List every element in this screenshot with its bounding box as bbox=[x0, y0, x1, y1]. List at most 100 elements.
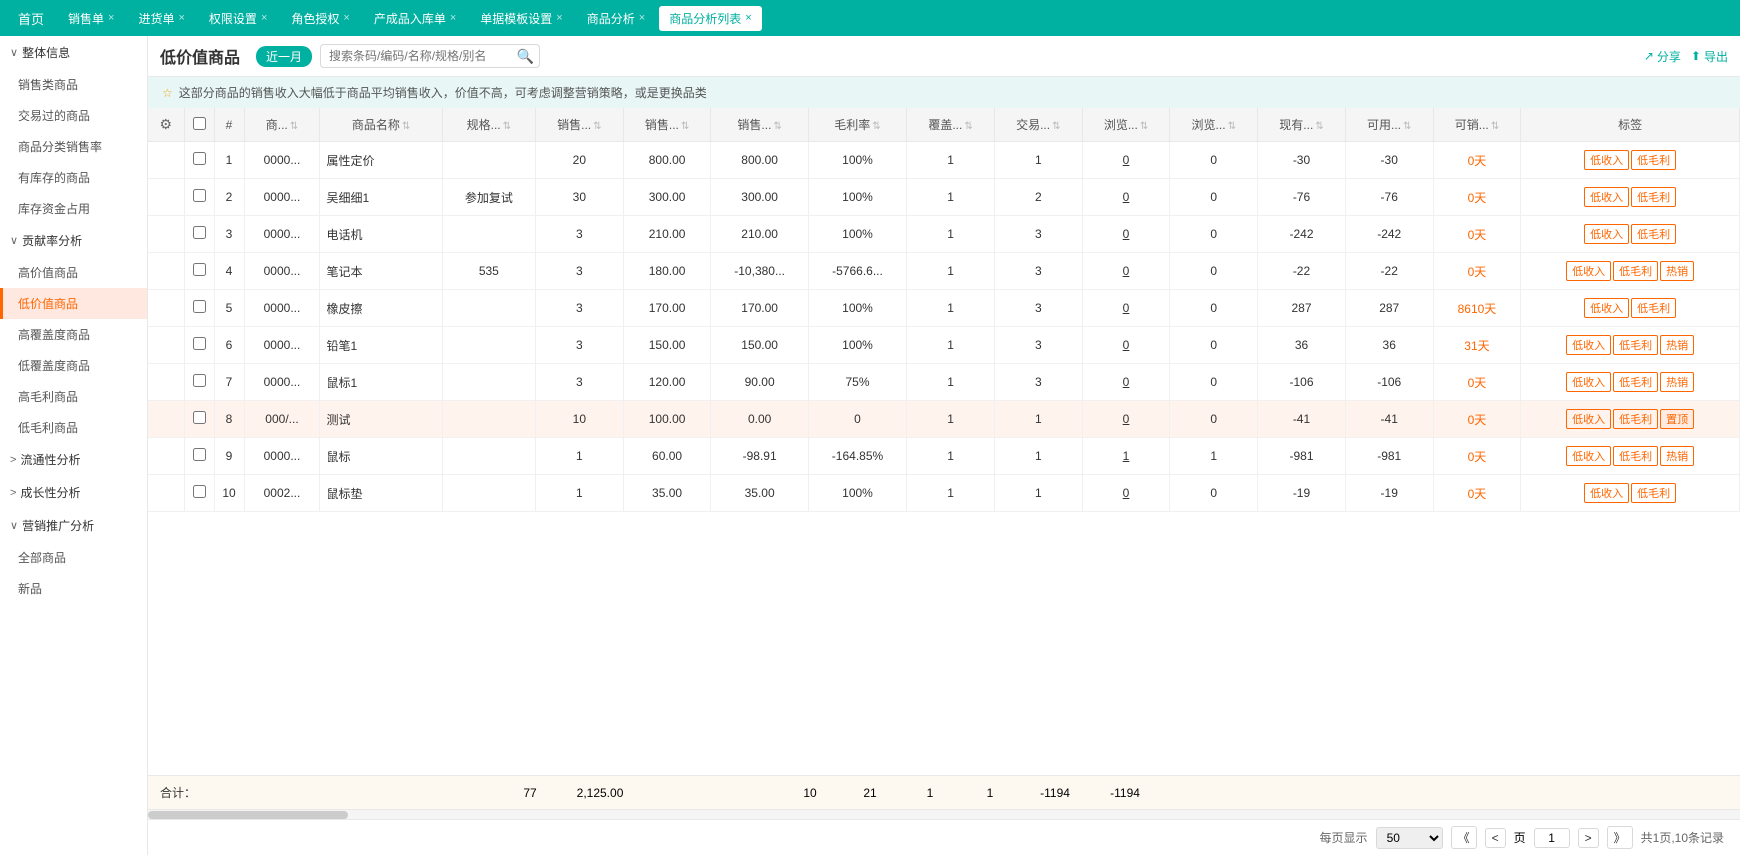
cell-code: 0000... bbox=[244, 364, 320, 401]
sidebar-item-zijin[interactable]: 库存资金占用 bbox=[0, 193, 147, 224]
browse-link[interactable]: 0 bbox=[1123, 153, 1130, 167]
nav-tab-close[interactable]: × bbox=[343, 12, 349, 24]
sidebar-item-jiaoyiguo[interactable]: 交易过的商品 bbox=[0, 100, 147, 131]
nav-tab-6[interactable]: 商品分析 × bbox=[577, 6, 655, 31]
scrollbar-row[interactable] bbox=[148, 809, 1740, 819]
sidebar-item-gaojia[interactable]: 高价值商品 bbox=[0, 257, 147, 288]
sidebar-item-difugai[interactable]: 低覆盖度商品 bbox=[0, 350, 147, 381]
browse-link[interactable]: 0 bbox=[1123, 227, 1130, 241]
row-checkbox[interactable] bbox=[193, 152, 206, 165]
sidebar-item-xinpin[interactable]: 新品 bbox=[0, 573, 147, 604]
cell-checkbox[interactable] bbox=[184, 438, 214, 475]
cell-browse1[interactable]: 0 bbox=[1082, 475, 1170, 512]
row-checkbox[interactable] bbox=[193, 485, 206, 498]
sidebar-section-zhengti[interactable]: ∨ 整体信息 bbox=[0, 36, 147, 69]
nav-tab-close[interactable]: × bbox=[178, 12, 184, 24]
cell-browse1[interactable]: 1 bbox=[1082, 438, 1170, 475]
nav-tab-label: 权限设置 bbox=[209, 10, 257, 27]
share-button[interactable]: ↗ 分享 bbox=[1644, 48, 1681, 65]
nav-tab-close[interactable]: × bbox=[261, 12, 267, 24]
sidebar-section-yingxiao[interactable]: ∨ 营销推广分析 bbox=[0, 509, 147, 542]
cell-checkbox[interactable] bbox=[184, 179, 214, 216]
col-num: # bbox=[214, 108, 244, 142]
first-page-btn[interactable]: 《 bbox=[1451, 826, 1477, 849]
browse-link[interactable]: 0 bbox=[1123, 486, 1130, 500]
select-all-checkbox[interactable] bbox=[193, 117, 206, 130]
page-input[interactable] bbox=[1534, 828, 1570, 848]
scrollbar-thumb[interactable] bbox=[148, 811, 348, 819]
row-checkbox[interactable] bbox=[193, 189, 206, 202]
sidebar-section-chengzhang[interactable]: > 成长性分析 bbox=[0, 476, 147, 509]
page-size-select[interactable]: 50 100 200 bbox=[1376, 827, 1443, 849]
sidebar-item-dimao[interactable]: 低毛利商品 bbox=[0, 412, 147, 443]
col-settings[interactable]: ⚙ bbox=[148, 108, 184, 142]
cell-browse1[interactable]: 0 bbox=[1082, 216, 1170, 253]
col-spec: 规格...⇅ bbox=[442, 108, 535, 142]
row-checkbox[interactable] bbox=[193, 411, 206, 424]
nav-tab-close[interactable]: × bbox=[639, 12, 645, 24]
export-button[interactable]: ⬆ 导出 bbox=[1691, 48, 1728, 65]
cell-checkbox[interactable] bbox=[184, 216, 214, 253]
browse-link[interactable]: 0 bbox=[1123, 301, 1130, 315]
row-checkbox[interactable] bbox=[193, 300, 206, 313]
row-checkbox[interactable] bbox=[193, 374, 206, 387]
sidebar-item-fenlei[interactable]: 商品分类销售率 bbox=[0, 131, 147, 162]
cell-checkbox[interactable] bbox=[184, 290, 214, 327]
row-checkbox[interactable] bbox=[193, 337, 206, 350]
nav-tab-3[interactable]: 角色授权 × bbox=[281, 6, 359, 31]
sidebar-item-dijia[interactable]: 低价值商品 bbox=[0, 288, 147, 319]
nav-tab-4[interactable]: 产成品入库单 × bbox=[364, 6, 466, 31]
cell-browse1[interactable]: 0 bbox=[1082, 401, 1170, 438]
sidebar-item-gaofugai[interactable]: 高覆盖度商品 bbox=[0, 319, 147, 350]
cell-checkbox[interactable] bbox=[184, 327, 214, 364]
product-tag: 低收入 bbox=[1584, 298, 1629, 318]
nav-tab-7[interactable]: 商品分析列表 × bbox=[659, 6, 761, 31]
cell-checkbox[interactable] bbox=[184, 364, 214, 401]
cell-gross-rate: 100% bbox=[808, 216, 906, 253]
date-filter-btn[interactable]: 近一月 bbox=[256, 46, 312, 67]
nav-tab-5[interactable]: 单据模板设置 × bbox=[470, 6, 572, 31]
cell-name: 橡皮擦 bbox=[320, 290, 442, 327]
cell-checkbox[interactable] bbox=[184, 401, 214, 438]
search-icon[interactable]: 🔍 bbox=[517, 48, 534, 65]
nav-home[interactable]: 首页 bbox=[8, 5, 54, 32]
nav-tab-close[interactable]: × bbox=[108, 12, 114, 24]
prev-page-btn[interactable]: < bbox=[1485, 828, 1506, 848]
nav-tab-close[interactable]: × bbox=[556, 12, 562, 24]
sidebar-item-quanbu[interactable]: 全部商品 bbox=[0, 542, 147, 573]
sidebar-item-gaomao[interactable]: 高毛利商品 bbox=[0, 381, 147, 412]
cell-browse1[interactable]: 0 bbox=[1082, 253, 1170, 290]
browse-link[interactable]: 0 bbox=[1123, 264, 1130, 278]
nav-tab-close[interactable]: × bbox=[450, 12, 456, 24]
next-page-btn[interactable]: > bbox=[1578, 828, 1599, 848]
sidebar-section-gongxian[interactable]: ∨ 贡献率分析 bbox=[0, 224, 147, 257]
browse-link[interactable]: 1 bbox=[1123, 449, 1130, 463]
row-checkbox[interactable] bbox=[193, 448, 206, 461]
cell-checkbox[interactable] bbox=[184, 142, 214, 179]
cell-browse1[interactable]: 0 bbox=[1082, 364, 1170, 401]
sidebar-item-xiaoshou[interactable]: 销售类商品 bbox=[0, 69, 147, 100]
table-wrapper[interactable]: ⚙ # 商...⇅ 商品名称⇅ 规格...⇅ 销售...⇅ 销售...⇅ 销售.… bbox=[148, 108, 1740, 775]
col-checkbox[interactable] bbox=[184, 108, 214, 142]
row-checkbox[interactable] bbox=[193, 263, 206, 276]
browse-link[interactable]: 0 bbox=[1123, 412, 1130, 426]
cell-browse1[interactable]: 0 bbox=[1082, 179, 1170, 216]
browse-link[interactable]: 0 bbox=[1123, 190, 1130, 204]
nav-tab-close[interactable]: × bbox=[745, 12, 751, 24]
cell-checkbox[interactable] bbox=[184, 475, 214, 512]
cell-browse1[interactable]: 0 bbox=[1082, 142, 1170, 179]
settings-icon[interactable]: ⚙ bbox=[159, 116, 172, 132]
browse-link[interactable]: 0 bbox=[1123, 375, 1130, 389]
nav-tab-1[interactable]: 进货单 × bbox=[128, 6, 194, 31]
sidebar-section-liutong[interactable]: > 流通性分析 bbox=[0, 443, 147, 476]
sidebar-item-kucun[interactable]: 有库存的商品 bbox=[0, 162, 147, 193]
browse-link[interactable]: 0 bbox=[1123, 338, 1130, 352]
row-checkbox[interactable] bbox=[193, 226, 206, 239]
search-input[interactable] bbox=[320, 44, 540, 68]
last-page-btn[interactable]: 》 bbox=[1607, 826, 1633, 849]
nav-tab-2[interactable]: 权限设置 × bbox=[199, 6, 277, 31]
cell-checkbox[interactable] bbox=[184, 253, 214, 290]
cell-browse1[interactable]: 0 bbox=[1082, 327, 1170, 364]
nav-tab-0[interactable]: 销售单 × bbox=[58, 6, 124, 31]
cell-browse1[interactable]: 0 bbox=[1082, 290, 1170, 327]
